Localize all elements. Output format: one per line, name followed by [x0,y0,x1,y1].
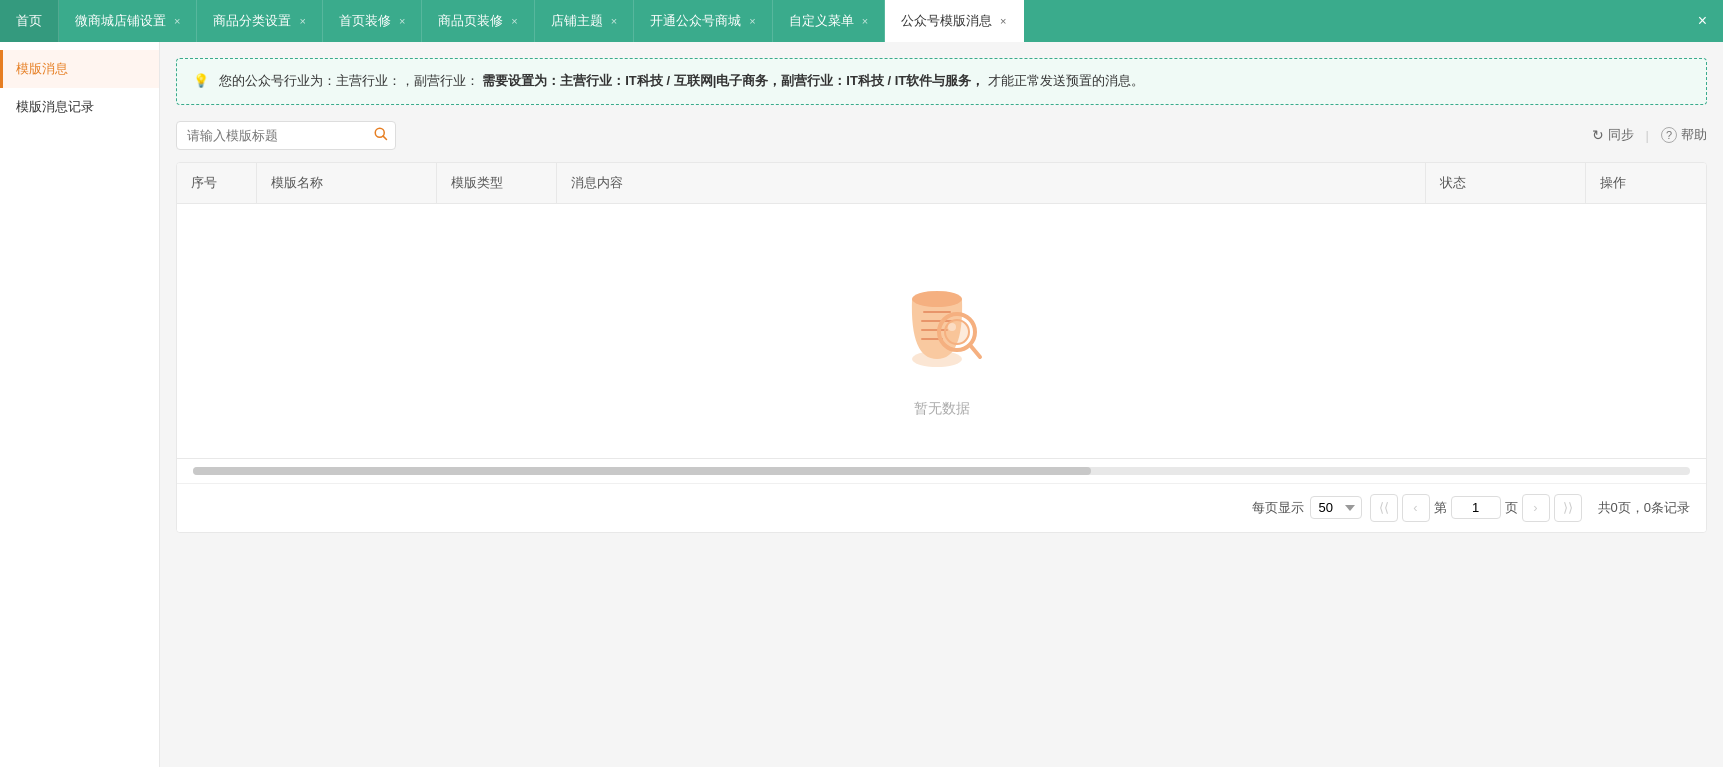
close-template-msg[interactable]: × [1000,15,1006,27]
top-nav: 首页 微商城店铺设置 × 商品分类设置 × 首页装修 × 商品页装修 × 店铺主… [0,0,1723,42]
scrollbar-thumb[interactable] [193,467,1091,475]
sync-icon: ↻ [1592,127,1604,143]
notice-box: 💡 您的公众号行业为：主营行业：，副营行业： 需要设置为：主营行业：IT科技 /… [176,58,1707,105]
tab-store-theme-label: 店铺主题 [551,12,603,30]
tab-wechat-store-label: 微商城店铺设置 [75,12,166,30]
svg-point-9 [945,320,969,344]
tab-template-msg-label: 公众号模版消息 [901,12,992,30]
page-size-select[interactable]: 50 10 20 100 [1310,496,1362,519]
search-button[interactable] [373,126,388,144]
tab-wechat-store[interactable]: 微商城店铺设置 × [59,0,197,42]
tab-product-category[interactable]: 商品分类设置 × [197,0,322,42]
first-page-button[interactable]: ⟨⟨ [1370,494,1398,522]
page-size-label: 每页显示 [1252,499,1304,517]
sidebar-item-template-log-label: 模版消息记录 [16,99,94,114]
data-table: 序号 模版名称 模版类型 消息内容 状态 操作 [176,162,1707,533]
th-type: 模版类型 [437,163,557,203]
th-status: 状态 [1426,163,1586,203]
tab-home[interactable]: 首页 [0,0,59,42]
scrollbar-area [177,458,1706,483]
sidebar-item-template-msg[interactable]: 模版消息 [0,50,159,88]
th-name: 模版名称 [257,163,437,203]
tab-template-msg[interactable]: 公众号模版消息 × [885,0,1023,42]
svg-point-11 [948,323,956,331]
tab-open-mall-label: 开通公众号商城 [650,12,741,30]
search-input-wrap [176,121,396,150]
search-bar: ↻ 同步 | ? 帮助 [176,121,1707,150]
notice-text-prefix: 您的公众号行业为：主营行业：，副营行业： [219,73,479,88]
tab-home-deco-label: 首页装修 [339,12,391,30]
pagination: 每页显示 50 10 20 100 ⟨⟨ ‹ 第 页 › ⟩⟩ [177,483,1706,532]
th-action: 操作 [1586,163,1706,203]
prev-page-button[interactable]: ‹ [1402,494,1430,522]
help-button[interactable]: ? 帮助 [1661,126,1707,144]
page-label-pre: 第 [1434,499,1447,517]
global-close-button[interactable]: × [1698,12,1707,30]
sidebar: 模版消息 模版消息记录 [0,42,160,767]
tab-product-category-label: 商品分类设置 [213,12,291,30]
tab-product-deco[interactable]: 商品页装修 × [422,0,534,42]
current-page-input[interactable] [1451,496,1501,519]
close-open-mall[interactable]: × [749,15,755,27]
main-layout: 模版消息 模版消息记录 💡 您的公众号行业为：主营行业：，副营行业： 需要设置为… [0,42,1723,767]
empty-state: 暂无数据 [177,204,1706,458]
close-product-deco[interactable]: × [511,15,517,27]
empty-illustration [882,264,1002,384]
sync-label: 同步 [1608,126,1634,144]
main-content: 💡 您的公众号行业为：主营行业：，副营行业： 需要设置为：主营行业：IT科技 /… [160,42,1723,767]
th-index: 序号 [177,163,257,203]
next-page-button[interactable]: › [1522,494,1550,522]
notice-text-highlight: 需要设置为：主营行业：IT科技 / 互联网|电子商务，副营行业：IT科技 / I… [482,73,984,88]
page-label-post: 页 [1505,499,1518,517]
svg-line-10 [970,345,980,357]
table-header: 序号 模版名称 模版类型 消息内容 状态 操作 [177,163,1706,204]
sync-button[interactable]: ↻ 同步 [1592,126,1634,144]
last-page-button[interactable]: ⟩⟩ [1554,494,1582,522]
divider: | [1646,128,1649,143]
close-home-deco[interactable]: × [399,15,405,27]
empty-text: 暂无数据 [914,400,970,418]
close-store-theme[interactable]: × [611,15,617,27]
notice-text-suffix: 才能正常发送预置的消息。 [988,73,1144,88]
svg-line-1 [383,136,386,139]
help-label: 帮助 [1681,126,1707,144]
close-wechat-store[interactable]: × [174,15,180,27]
close-product-category[interactable]: × [299,15,305,27]
sidebar-item-template-log[interactable]: 模版消息记录 [0,88,159,126]
notice-icon: 💡 [193,73,209,88]
tab-home-label: 首页 [16,12,42,30]
tab-open-mall[interactable]: 开通公众号商城 × [634,0,772,42]
search-left [176,121,396,150]
th-content: 消息内容 [557,163,1426,203]
tab-custom-menu-label: 自定义菜单 [789,12,854,30]
sidebar-item-template-msg-label: 模版消息 [16,61,68,76]
search-input[interactable] [176,121,396,150]
page-nav: ⟨⟨ ‹ 第 页 › ⟩⟩ [1370,494,1582,522]
svg-point-3 [912,291,962,307]
fake-scrollbar[interactable] [193,467,1690,475]
page-total: 共0页，0条记录 [1598,499,1690,517]
help-icon: ? [1661,127,1677,143]
tab-store-theme[interactable]: 店铺主题 × [535,0,634,42]
tab-custom-menu[interactable]: 自定义菜单 × [773,0,885,42]
search-right: ↻ 同步 | ? 帮助 [1592,126,1707,144]
page-size-wrap: 每页显示 50 10 20 100 [1252,496,1362,519]
close-custom-menu[interactable]: × [862,15,868,27]
search-icon [373,126,388,141]
tab-home-deco[interactable]: 首页装修 × [323,0,422,42]
tab-product-deco-label: 商品页装修 [438,12,503,30]
